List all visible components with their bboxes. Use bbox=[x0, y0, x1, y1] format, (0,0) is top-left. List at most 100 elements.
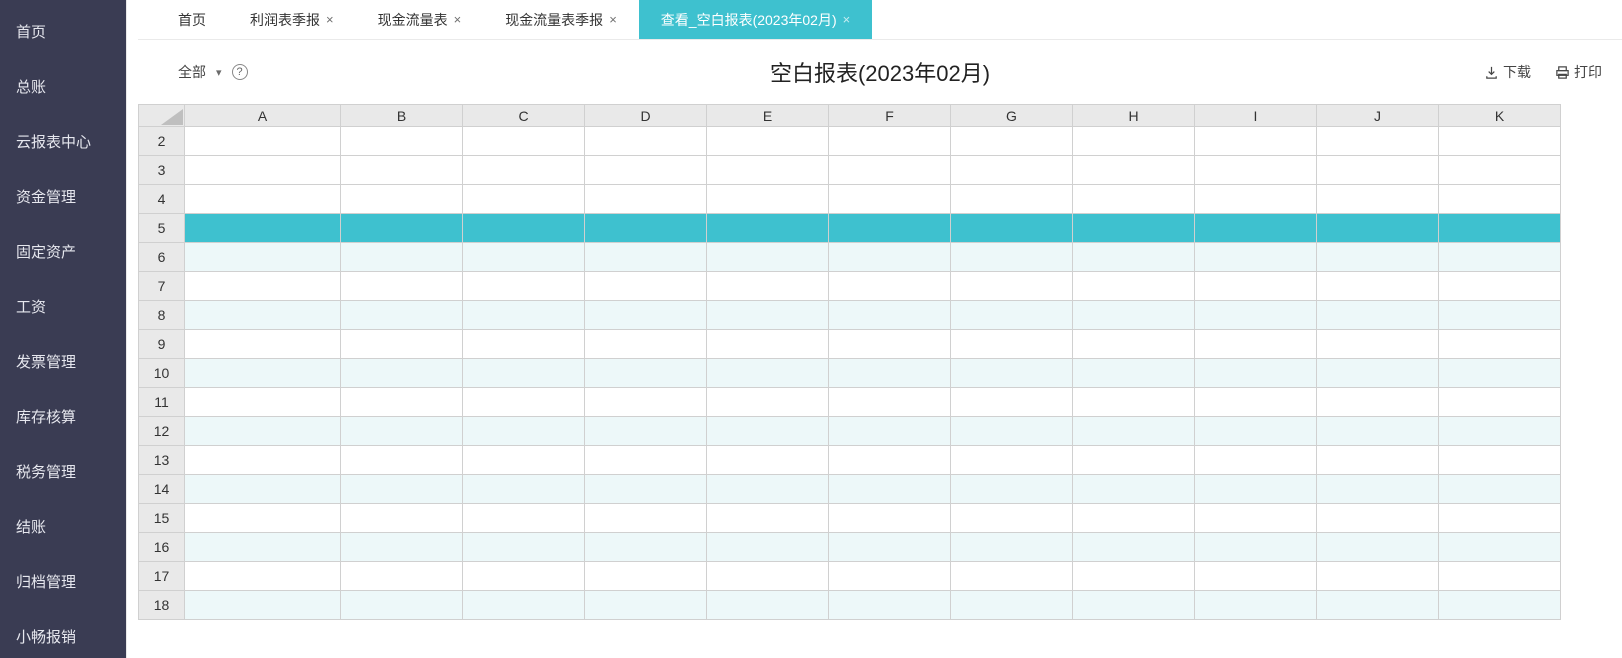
cell[interactable] bbox=[341, 359, 463, 388]
cell[interactable] bbox=[185, 214, 341, 243]
sidebar-item-fixed-assets[interactable]: 固定资产 bbox=[0, 224, 126, 279]
cell[interactable] bbox=[463, 591, 585, 620]
cell[interactable] bbox=[1195, 272, 1317, 301]
cell[interactable] bbox=[951, 301, 1073, 330]
cell[interactable] bbox=[185, 243, 341, 272]
cell[interactable] bbox=[1317, 504, 1439, 533]
cell[interactable] bbox=[341, 504, 463, 533]
cell[interactable] bbox=[1195, 591, 1317, 620]
row-header[interactable]: 11 bbox=[139, 388, 185, 417]
cell[interactable] bbox=[185, 330, 341, 359]
column-header[interactable]: I bbox=[1195, 105, 1317, 127]
cell[interactable] bbox=[463, 359, 585, 388]
column-header[interactable]: G bbox=[951, 105, 1073, 127]
cell[interactable] bbox=[1195, 446, 1317, 475]
sidebar-item-salary[interactable]: 工资 bbox=[0, 279, 126, 334]
cell[interactable] bbox=[829, 330, 951, 359]
row-header[interactable]: 14 bbox=[139, 475, 185, 504]
column-header[interactable]: H bbox=[1073, 105, 1195, 127]
sidebar-scrollbar[interactable] bbox=[126, 0, 138, 658]
row-header[interactable]: 18 bbox=[139, 591, 185, 620]
close-icon[interactable]: × bbox=[454, 13, 462, 26]
cell[interactable] bbox=[585, 156, 707, 185]
cell[interactable] bbox=[829, 533, 951, 562]
cell[interactable] bbox=[341, 417, 463, 446]
cell[interactable] bbox=[1073, 562, 1195, 591]
sidebar-item-archive[interactable]: 归档管理 bbox=[0, 554, 126, 609]
cell[interactable] bbox=[585, 185, 707, 214]
cell[interactable] bbox=[1073, 388, 1195, 417]
cell[interactable] bbox=[1195, 156, 1317, 185]
cell[interactable] bbox=[1073, 156, 1195, 185]
cell[interactable] bbox=[707, 185, 829, 214]
cell[interactable] bbox=[1195, 475, 1317, 504]
spreadsheet[interactable]: ABCDEFGHIJK23456789101112131415161718 bbox=[138, 104, 1622, 658]
cell[interactable] bbox=[707, 127, 829, 156]
cell[interactable] bbox=[1195, 330, 1317, 359]
cell[interactable] bbox=[463, 127, 585, 156]
cell[interactable] bbox=[1073, 359, 1195, 388]
cell[interactable] bbox=[463, 156, 585, 185]
select-all-corner[interactable] bbox=[139, 105, 185, 127]
cell[interactable] bbox=[829, 388, 951, 417]
column-header[interactable]: C bbox=[463, 105, 585, 127]
cell[interactable] bbox=[1073, 185, 1195, 214]
sidebar-item-inventory[interactable]: 库存核算 bbox=[0, 389, 126, 444]
cell[interactable] bbox=[1073, 417, 1195, 446]
cell[interactable] bbox=[1195, 417, 1317, 446]
cell[interactable] bbox=[707, 533, 829, 562]
cell[interactable] bbox=[185, 301, 341, 330]
cell[interactable] bbox=[829, 214, 951, 243]
cell[interactable] bbox=[707, 417, 829, 446]
cell[interactable] bbox=[585, 562, 707, 591]
row-header[interactable]: 6 bbox=[139, 243, 185, 272]
row-header[interactable]: 4 bbox=[139, 185, 185, 214]
cell[interactable] bbox=[1317, 446, 1439, 475]
cell[interactable] bbox=[463, 214, 585, 243]
cell[interactable] bbox=[1073, 301, 1195, 330]
cell[interactable] bbox=[585, 533, 707, 562]
cell[interactable] bbox=[463, 417, 585, 446]
sidebar-item-funds[interactable]: 资金管理 bbox=[0, 169, 126, 224]
cell[interactable] bbox=[1439, 417, 1561, 446]
column-header[interactable]: J bbox=[1317, 105, 1439, 127]
cell[interactable] bbox=[1317, 330, 1439, 359]
cell[interactable] bbox=[1439, 214, 1561, 243]
cell[interactable] bbox=[1317, 214, 1439, 243]
cell[interactable] bbox=[1439, 359, 1561, 388]
cell[interactable] bbox=[1073, 330, 1195, 359]
cell[interactable] bbox=[707, 446, 829, 475]
row-header[interactable]: 2 bbox=[139, 127, 185, 156]
cell[interactable] bbox=[585, 359, 707, 388]
cell[interactable] bbox=[585, 417, 707, 446]
cell[interactable] bbox=[341, 156, 463, 185]
row-header[interactable]: 15 bbox=[139, 504, 185, 533]
cell[interactable] bbox=[185, 504, 341, 533]
cell[interactable] bbox=[707, 243, 829, 272]
sidebar-item-ledger[interactable]: 总账 bbox=[0, 59, 126, 114]
cell[interactable] bbox=[1195, 214, 1317, 243]
cell[interactable] bbox=[463, 272, 585, 301]
cell[interactable] bbox=[1195, 562, 1317, 591]
cell[interactable] bbox=[1195, 127, 1317, 156]
cell[interactable] bbox=[1073, 446, 1195, 475]
cell[interactable] bbox=[951, 388, 1073, 417]
cell[interactable] bbox=[829, 446, 951, 475]
cell[interactable] bbox=[951, 127, 1073, 156]
cell[interactable] bbox=[829, 475, 951, 504]
cell[interactable] bbox=[185, 562, 341, 591]
column-header[interactable]: A bbox=[185, 105, 341, 127]
cell[interactable] bbox=[1439, 446, 1561, 475]
cell[interactable] bbox=[341, 272, 463, 301]
cell[interactable] bbox=[463, 446, 585, 475]
cell[interactable] bbox=[585, 446, 707, 475]
row-header[interactable]: 12 bbox=[139, 417, 185, 446]
cell[interactable] bbox=[829, 156, 951, 185]
cell[interactable] bbox=[1439, 330, 1561, 359]
cell[interactable] bbox=[707, 591, 829, 620]
cell[interactable] bbox=[951, 185, 1073, 214]
cell[interactable] bbox=[1073, 243, 1195, 272]
row-header[interactable]: 16 bbox=[139, 533, 185, 562]
cell[interactable] bbox=[1439, 185, 1561, 214]
cell[interactable] bbox=[707, 562, 829, 591]
